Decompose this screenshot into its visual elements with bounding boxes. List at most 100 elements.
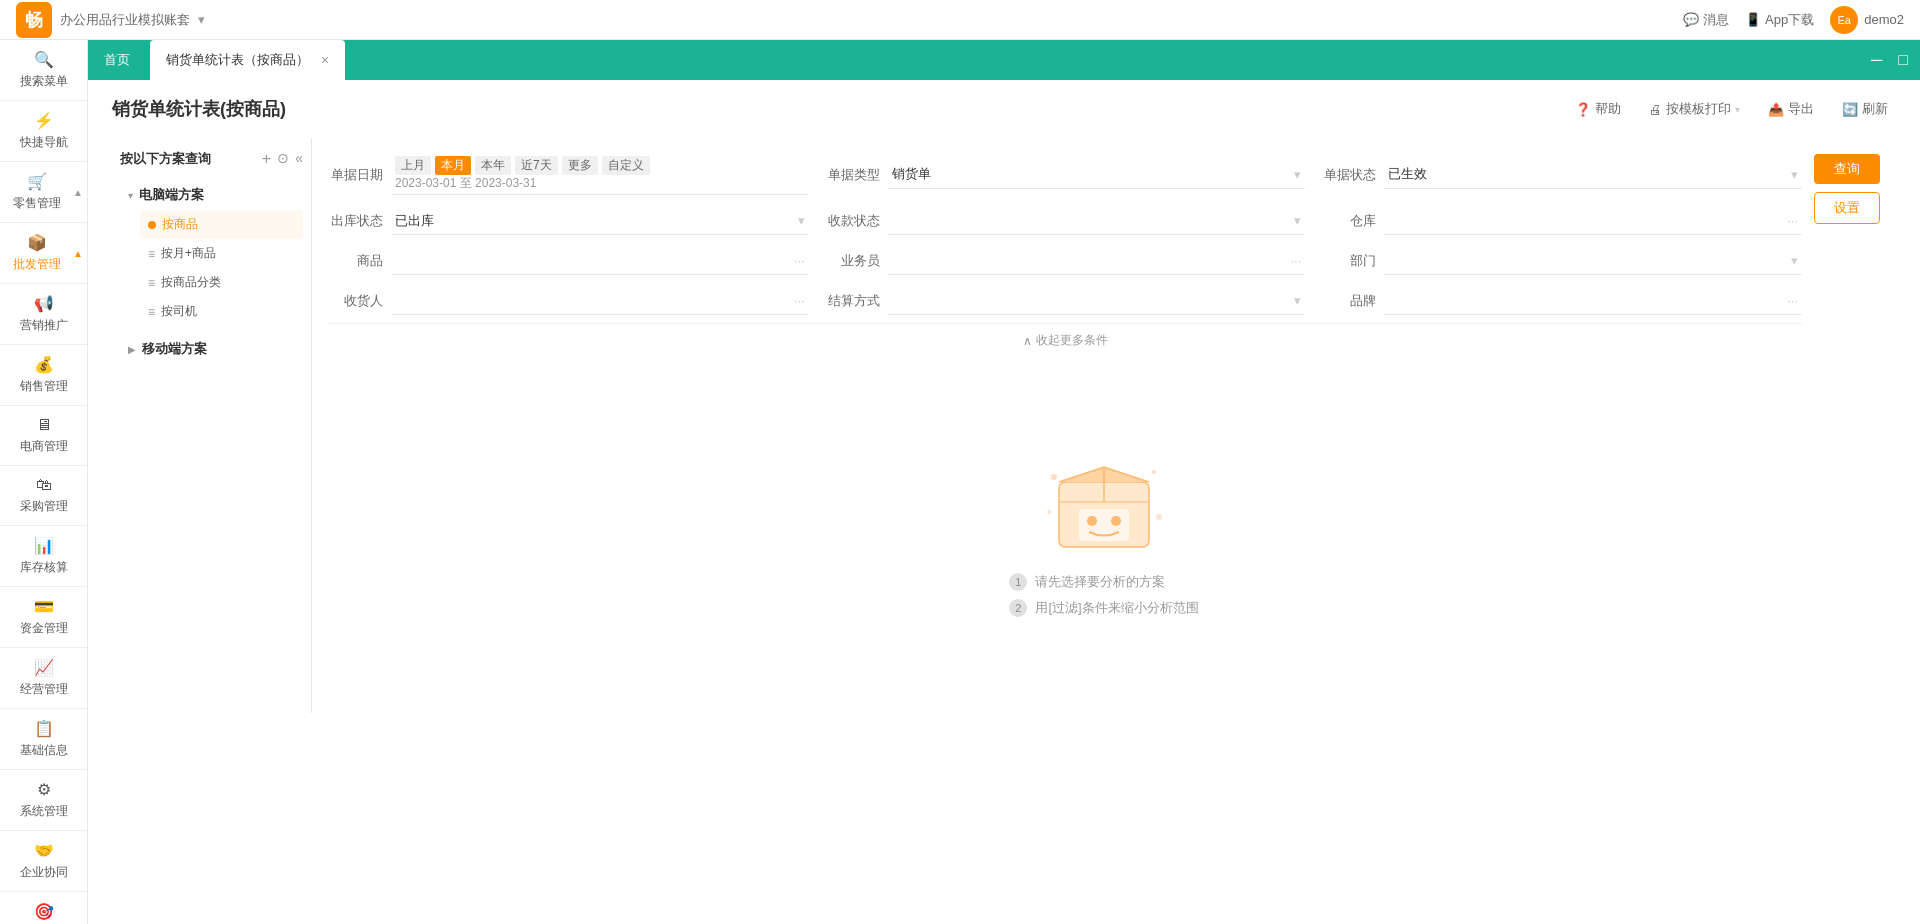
setting-btn[interactable]: 设置 [1814, 192, 1880, 224]
stock-status-label: 出库状态 [328, 212, 383, 230]
refresh-icon: 🔄 [1842, 102, 1858, 117]
date-tag-current-month[interactable]: 本月 [435, 156, 471, 175]
svg-point-6 [1051, 474, 1057, 480]
main-layout: 🔍 搜索菜单 ⚡ 快捷导航 🛒 零售管理 ▲ 📦 批发管理 ▲ 📢 营销推广 [0, 40, 1920, 924]
tree-item-by-product[interactable]: 按商品 [140, 210, 303, 239]
warehouse-dots[interactable]: ··· [1787, 213, 1798, 228]
brand-dots[interactable]: ··· [1787, 293, 1798, 308]
sidebar-item-search-menu[interactable]: 🔍 搜索菜单 [0, 40, 87, 101]
sidebar-item-purchase[interactable]: 🛍 采购管理 [0, 466, 87, 526]
sidebar-item-marketing[interactable]: 📢 营销推广 [0, 284, 87, 345]
tree-mobile-title: 移动端方案 [142, 340, 207, 358]
add-scheme-icon[interactable]: + [262, 150, 271, 168]
salesperson-input[interactable]: ··· [888, 247, 1306, 275]
wholesale-icon: 📦 [27, 233, 47, 252]
sidebar-item-enterprise[interactable]: 🤝 企业协同 [0, 831, 87, 892]
doc-type-label: 单据类型 [825, 166, 880, 184]
sidebar-item-retail[interactable]: 🛒 零售管理 ▲ [0, 162, 87, 223]
sidebar-item-ecommerce[interactable]: 🖥 电商管理 [0, 406, 87, 466]
filter-row-doc-status: 单据状态 已生效 ▾ [1321, 154, 1802, 195]
settlement-select[interactable]: ▾ [888, 287, 1306, 315]
sidebar-item-inventory[interactable]: 📊 库存核算 [0, 526, 87, 587]
date-tag-custom[interactable]: 自定义 [602, 156, 650, 175]
date-tag-current-year[interactable]: 本年 [475, 156, 511, 175]
app-download-btn[interactable]: 📱 App下载 [1745, 11, 1814, 29]
print-dropdown-icon[interactable]: ▾ [1735, 104, 1740, 115]
doc-status-select[interactable]: 已生效 ▾ [1384, 161, 1802, 189]
collapse-panel-icon[interactable]: « [295, 150, 303, 168]
department-select[interactable]: ▾ [1384, 247, 1802, 275]
help-btn[interactable]: ❓ 帮助 [1567, 96, 1629, 122]
doc-status-arrow: ▾ [1791, 167, 1798, 182]
query-btn[interactable]: 查询 [1814, 154, 1880, 184]
sidebar-item-wholesale[interactable]: 📦 批发管理 ▲ [0, 223, 87, 284]
tree-item-by-company[interactable]: ≡ 按司机 [140, 297, 303, 326]
user-avatar-btn[interactable]: Ea demo2 [1830, 6, 1904, 34]
sidebar-item-sales[interactable]: 💰 销售管理 [0, 345, 87, 406]
finance-icon: 💳 [34, 597, 54, 616]
date-filter-value[interactable]: 上月 本月 本年 近7天 更多 自定义 2023-03-01 至 20 [391, 154, 809, 195]
payment-select[interactable]: ▾ [888, 207, 1306, 235]
brand-input[interactable]: ··· [1384, 287, 1802, 315]
guide-icon: 🎯 [34, 902, 54, 921]
tab-minimize-btn[interactable]: ─ [1867, 47, 1886, 73]
sidebar-item-system[interactable]: ⚙ 系统管理 [0, 770, 87, 831]
filter-row-receiver: 收货人 ··· [328, 287, 809, 315]
title-dropdown-icon[interactable]: ▾ [198, 12, 205, 27]
marketing-icon: 📢 [34, 294, 54, 313]
left-panel-title: 按以下方案查询 [120, 150, 211, 168]
receiver-dots[interactable]: ··· [794, 293, 805, 308]
collapse-btn[interactable]: ∧ 收起更多条件 [328, 323, 1802, 357]
sidebar-item-basic[interactable]: 📋 基础信息 [0, 709, 87, 770]
tree-pc-title: 电脑端方案 [139, 186, 204, 204]
tab-maximize-btn[interactable]: □ [1894, 47, 1912, 73]
hint-text-2: 用[过滤]条件来缩小分析范围 [1035, 599, 1198, 617]
message-btn[interactable]: 💬 消息 [1683, 11, 1729, 29]
export-btn[interactable]: 📤 导出 [1760, 96, 1822, 122]
warehouse-input[interactable]: ··· [1384, 207, 1802, 235]
tree-item-by-product-category[interactable]: ≡ 按商品分类 [140, 268, 303, 297]
sidebar-item-finance[interactable]: 💳 资金管理 [0, 587, 87, 648]
collapse-icon: ∧ [1023, 334, 1032, 348]
tab-bar: 首页 销货单统计表（按商品） × ─ □ [88, 40, 1920, 80]
stock-status-select[interactable]: 已出库 ▾ [391, 207, 809, 235]
payment-arrow: ▾ [1294, 213, 1301, 228]
department-label: 部门 [1321, 252, 1376, 270]
date-tag-last-month[interactable]: 上月 [395, 156, 431, 175]
left-panel-header: 按以下方案查询 + ⊙ « [120, 150, 303, 168]
tab-active[interactable]: 销货单统计表（按商品） × [150, 40, 345, 80]
receiver-input[interactable]: ··· [391, 287, 809, 315]
filter-row-product: 商品 ··· [328, 247, 809, 275]
app-logo: 畅 [16, 2, 52, 38]
salesperson-dots[interactable]: ··· [1290, 253, 1301, 268]
doc-type-select[interactable]: 销货单 ▾ [888, 161, 1306, 189]
empty-box-svg [1034, 437, 1174, 557]
date-tag-last-7-days[interactable]: 近7天 [515, 156, 558, 175]
top-bar: 畅 办公用品行业模拟账套 ▾ 💬 消息 📱 App下载 Ea demo2 [0, 0, 1920, 40]
svg-point-8 [1047, 510, 1051, 514]
product-dots[interactable]: ··· [794, 253, 805, 268]
message-icon: 💬 [1683, 12, 1699, 27]
system-icon: ⚙ [37, 780, 51, 799]
refresh-btn[interactable]: 🔄 刷新 [1834, 96, 1896, 122]
sidebar-item-guide[interactable]: 🎯 新手引导 [0, 892, 87, 924]
filter-row-warehouse: 仓库 ··· [1321, 207, 1802, 235]
filter-row-payment: 收款状态 ▾ [825, 207, 1306, 235]
tree-icon-3: ≡ [148, 305, 155, 319]
tree-sub-pc: 按商品 ≡ 按月+商品 ≡ 按商品分类 ≡ [120, 210, 303, 326]
tree-item-by-month-product[interactable]: ≡ 按月+商品 [140, 239, 303, 268]
product-input[interactable]: ··· [391, 247, 809, 275]
tree-section-pc: ▾ 电脑端方案 [120, 180, 303, 210]
tab-home[interactable]: 首页 [88, 40, 146, 80]
app-title: 办公用品行业模拟账套 [60, 11, 190, 29]
settlement-arrow: ▾ [1294, 293, 1301, 308]
sidebar-item-operation[interactable]: 📈 经营管理 [0, 648, 87, 709]
filter-row-brand: 品牌 ··· [1321, 287, 1802, 315]
date-tag-more[interactable]: 更多 [562, 156, 598, 175]
sidebar-item-quick-nav[interactable]: ⚡ 快捷导航 [0, 101, 87, 162]
tree-icon-2: ≡ [148, 276, 155, 290]
print-btn[interactable]: 🖨 按模板打印 ▾ [1641, 96, 1748, 122]
scheme-settings-icon[interactable]: ⊙ [277, 150, 289, 168]
empty-hint-2: 2 用[过滤]条件来缩小分析范围 [1009, 599, 1198, 617]
tab-close-icon[interactable]: × [321, 52, 329, 68]
